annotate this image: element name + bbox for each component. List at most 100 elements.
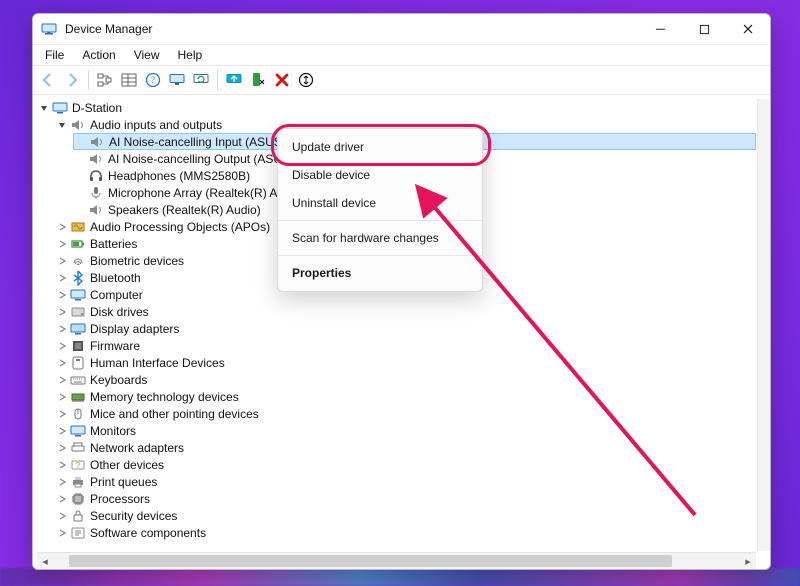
- tree-node-label: Biometric devices: [90, 254, 184, 268]
- update-driver-icon[interactable]: [223, 69, 245, 91]
- tree-node-cat-7[interactable]: Firmware: [55, 337, 756, 354]
- firmware-icon: [70, 338, 86, 354]
- toolbar-separator: [217, 70, 218, 90]
- tree-node-cat-15[interactable]: Print queues: [55, 473, 756, 490]
- minimize-button[interactable]: [638, 14, 682, 44]
- toolbar: ?: [33, 65, 770, 95]
- tree-node-label: Computer: [90, 288, 143, 302]
- tree-node-label: Keyboards: [90, 373, 147, 387]
- tree-node-cat-9[interactable]: Keyboards: [55, 371, 756, 388]
- menu-file[interactable]: File: [37, 47, 72, 63]
- chevron-right-icon[interactable]: [55, 441, 69, 455]
- tree-node-cat-18[interactable]: Software components: [55, 524, 756, 541]
- context-menu-item-update-driver[interactable]: Update driver: [278, 133, 482, 161]
- tree-node-cat-17[interactable]: Security devices: [55, 507, 756, 524]
- context-menu-separator: [278, 220, 482, 221]
- tree-node-label: D-Station: [72, 101, 122, 115]
- chevron-right-icon[interactable]: [55, 288, 69, 302]
- memory-icon: [70, 389, 86, 405]
- tree-node-cat-8[interactable]: Human Interface Devices: [55, 354, 756, 371]
- chevron-spacer: [73, 203, 87, 217]
- scan-icon[interactable]: [295, 69, 317, 91]
- tree-node-cat-16[interactable]: Processors: [55, 490, 756, 507]
- disable-icon[interactable]: [247, 69, 269, 91]
- chevron-right-icon[interactable]: [55, 407, 69, 421]
- tree-node-label: Mice and other pointing devices: [90, 407, 259, 421]
- horizontal-scrollbar[interactable]: ◂ ▸: [37, 552, 756, 569]
- nav-back-icon: [37, 69, 59, 91]
- tree-node-cat-14[interactable]: ?Other devices: [55, 456, 756, 473]
- close-button[interactable]: [726, 14, 770, 44]
- tree-node-label: Print queues: [90, 475, 157, 489]
- chevron-spacer: [73, 169, 87, 183]
- desktop-taskbar-glow: [0, 568, 800, 586]
- chevron-right-icon[interactable]: [55, 305, 69, 319]
- chevron-spacer: [73, 152, 87, 166]
- tree-node-label: Security devices: [90, 509, 177, 523]
- context-menu-item-scan-for-hardware-changes[interactable]: Scan for hardware changes: [278, 224, 482, 252]
- tree-node-label: Software components: [90, 526, 206, 540]
- context-menu-separator: [278, 255, 482, 256]
- chevron-right-icon[interactable]: [55, 509, 69, 523]
- chevron-right-icon[interactable]: [55, 373, 69, 387]
- tree-node-label: AI Noise-cancelling Input (ASUS U: [109, 135, 294, 149]
- tree-node-cat-6[interactable]: Display adapters: [55, 320, 756, 337]
- hid-icon: [70, 355, 86, 371]
- chevron-right-icon[interactable]: [55, 339, 69, 353]
- view-tree-icon[interactable]: [94, 69, 116, 91]
- tree-node-label: Speakers (Realtek(R) Audio): [108, 203, 261, 217]
- chevron-spacer: [73, 186, 87, 200]
- help-icon[interactable]: ?: [142, 69, 164, 91]
- context-menu: Update driverDisable deviceUninstall dev…: [277, 128, 483, 292]
- tree-node-cat-5[interactable]: Disk drives: [55, 303, 756, 320]
- chevron-right-icon[interactable]: [55, 220, 69, 234]
- chevron-right-icon[interactable]: [55, 492, 69, 506]
- refresh-icon[interactable]: [190, 69, 212, 91]
- headphones-icon: [88, 168, 104, 184]
- tree-node-label: Firmware: [90, 339, 140, 353]
- microphone-icon: [88, 185, 104, 201]
- mouse-icon: [70, 406, 86, 422]
- tree-node-label: Display adapters: [90, 322, 179, 336]
- view-list-icon[interactable]: [118, 69, 140, 91]
- bluetooth-icon: [70, 270, 86, 286]
- monitor-icon[interactable]: [166, 69, 188, 91]
- chevron-right-icon[interactable]: [55, 254, 69, 268]
- tree-node-cat-11[interactable]: Mice and other pointing devices: [55, 405, 756, 422]
- security-icon: [70, 508, 86, 524]
- chevron-right-icon[interactable]: [55, 424, 69, 438]
- svg-text:?: ?: [151, 75, 155, 85]
- chevron-right-icon[interactable]: [55, 526, 69, 540]
- chevron-right-icon[interactable]: [55, 271, 69, 285]
- chevron-right-icon[interactable]: [55, 356, 69, 370]
- chevron-right-icon[interactable]: [55, 475, 69, 489]
- vertical-scrollbar[interactable]: [757, 99, 770, 551]
- context-menu-item-uninstall-device[interactable]: Uninstall device: [278, 189, 482, 217]
- tree-node-cat-10[interactable]: Memory technology devices: [55, 388, 756, 405]
- uninstall-icon[interactable]: [271, 69, 293, 91]
- chevron-right-icon[interactable]: [55, 390, 69, 404]
- speaker-icon: [88, 202, 104, 218]
- context-menu-item-properties[interactable]: Properties: [278, 259, 482, 287]
- tree-node-label: Audio inputs and outputs: [90, 118, 222, 132]
- tree-node-label: Batteries: [90, 237, 137, 251]
- tree-node-cat-12[interactable]: Monitors: [55, 422, 756, 439]
- maximize-button[interactable]: [682, 14, 726, 44]
- menu-action[interactable]: Action: [74, 47, 123, 63]
- context-menu-item-disable-device[interactable]: Disable device: [278, 161, 482, 189]
- chevron-spacer: [74, 135, 88, 149]
- tree-node-root[interactable]: D-Station: [37, 99, 756, 116]
- chevron-right-icon[interactable]: [55, 237, 69, 251]
- chevron-right-icon[interactable]: [55, 322, 69, 336]
- titlebar: Device Manager: [33, 14, 770, 45]
- svg-text:?: ?: [76, 461, 81, 470]
- computer-icon: [70, 287, 86, 303]
- chevron-right-icon[interactable]: [55, 458, 69, 472]
- tree-node-cat-13[interactable]: Network adapters: [55, 439, 756, 456]
- chevron-down-icon[interactable]: [55, 118, 69, 132]
- menu-help[interactable]: Help: [170, 47, 211, 63]
- tree-node-label: Memory technology devices: [90, 390, 239, 404]
- network-icon: [70, 440, 86, 456]
- chevron-down-icon[interactable]: [37, 101, 51, 115]
- menu-view[interactable]: View: [126, 47, 168, 63]
